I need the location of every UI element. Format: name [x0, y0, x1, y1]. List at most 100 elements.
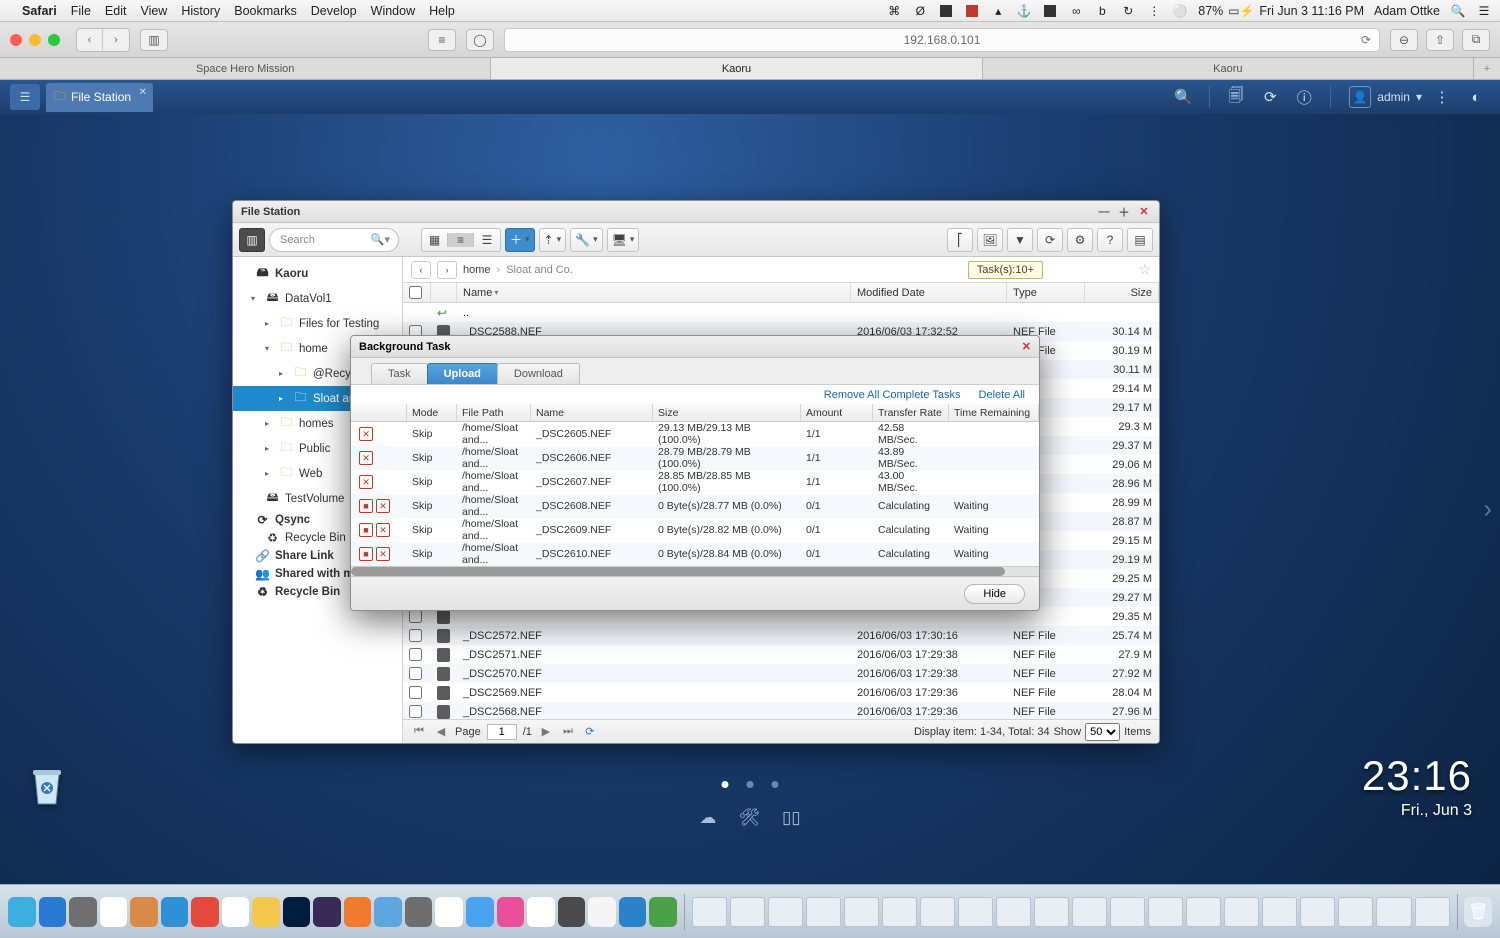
create-button[interactable]: ＋ — [505, 228, 535, 252]
minimize-icon[interactable]: — — [1097, 205, 1111, 219]
select-all-checkbox[interactable] — [409, 286, 422, 299]
menubar-status-icon[interactable]: ⚓ — [1016, 4, 1032, 18]
dock-app-icon[interactable] — [619, 897, 647, 927]
window-titlebar[interactable]: File Station — ＋ ✕ — [233, 201, 1159, 223]
dock-app-icon[interactable] — [344, 897, 372, 927]
menubar-status-icon[interactable]: b — [1094, 4, 1110, 18]
dock-app-icon[interactable] — [39, 897, 67, 927]
menubar-app[interactable]: Safari — [22, 4, 57, 18]
file-row[interactable]: _DSC2569.NEF2016/06/03 17:29:36NEF File2… — [403, 683, 1159, 702]
prev-page-icon[interactable]: ◀ — [433, 725, 449, 738]
toggle-sidebar-icon[interactable]: ▥ — [239, 228, 265, 252]
task-row[interactable]: ✕Skip/home/Sloat and..._DSC2605.NEF29.13… — [351, 422, 1039, 446]
menu-help[interactable]: Help — [429, 4, 455, 18]
row-checkbox[interactable] — [409, 629, 422, 642]
dock-app-icon[interactable] — [649, 897, 677, 927]
task-row[interactable]: ■✕Skip/home/Sloat and..._DSC2609.NEF0 By… — [351, 518, 1039, 542]
reload-icon[interactable]: ⟳ — [1361, 33, 1371, 47]
spotlight-icon[interactable]: 🔍 — [1450, 4, 1466, 18]
menu-icon[interactable]: ☰ — [10, 84, 40, 110]
refresh-icon[interactable]: ⟳ — [1037, 228, 1063, 252]
dock-app-icon[interactable] — [283, 897, 311, 927]
dialog-titlebar[interactable]: Background Task ✕ — [351, 336, 1039, 358]
close-tab-icon[interactable]: ✕ — [139, 87, 147, 98]
cancel-task-icon[interactable]: ✕ — [376, 499, 390, 513]
filter-icon[interactable]: ▼ — [1007, 228, 1033, 252]
menu-bookmarks[interactable]: Bookmarks — [234, 4, 297, 18]
dock-minimized-window[interactable] — [1338, 897, 1373, 927]
volume-icon[interactable]: 🗐 — [1222, 83, 1250, 111]
dock-minimized-window[interactable] — [1072, 897, 1107, 927]
cancel-task-icon[interactable]: ✕ — [376, 523, 390, 537]
dock-minimized-window[interactable] — [768, 897, 803, 927]
url-bar[interactable]: 192.168.0.101 ⟳ — [504, 28, 1380, 52]
upload-button[interactable]: ⇡ — [539, 228, 567, 252]
search-input[interactable]: Search 🔍▾ — [269, 228, 399, 252]
dock-minimized-window[interactable] — [996, 897, 1031, 927]
row-checkbox[interactable] — [409, 686, 422, 699]
delete-all-link[interactable]: Delete All — [979, 389, 1025, 401]
col-size[interactable]: Size — [1085, 283, 1159, 302]
maximize-icon[interactable]: ＋ — [1117, 205, 1131, 219]
col-date[interactable]: Modified Date — [851, 283, 1007, 302]
row-checkbox[interactable] — [409, 705, 422, 718]
browser-tab[interactable]: Space Hero Mission — [0, 58, 491, 79]
row-checkbox[interactable] — [409, 610, 422, 623]
dock-app-icon[interactable] — [527, 897, 555, 927]
menubar-status-icon[interactable] — [938, 4, 954, 18]
page-size-select[interactable]: 50 — [1085, 723, 1120, 741]
stop-task-icon[interactable]: ■ — [359, 499, 373, 513]
dock-trash-icon[interactable]: 🗑 — [1464, 897, 1492, 927]
dock-minimized-window[interactable] — [1034, 897, 1069, 927]
desktop-pager[interactable] — [722, 781, 779, 788]
row-checkbox[interactable] — [409, 648, 422, 661]
dock-minimized-window[interactable] — [882, 897, 917, 927]
dock-app-icon[interactable] — [558, 897, 586, 927]
crumb-item[interactable]: Sloat and Co. — [506, 264, 573, 276]
actions-button[interactable]: 🔧 — [570, 228, 602, 252]
stop-task-icon[interactable]: ■ — [359, 523, 373, 537]
dock-app-icon[interactable] — [252, 897, 280, 927]
more-icon[interactable]: ⋮ — [1428, 83, 1456, 111]
dock-app-icon[interactable] — [161, 897, 189, 927]
menu-develop[interactable]: Develop — [311, 4, 357, 18]
tree-item[interactable]: ▸🗀Files for Testing — [233, 311, 402, 336]
menubar-status-icon[interactable] — [1042, 4, 1058, 18]
settings-icon[interactable]: ⚙ — [1067, 228, 1093, 252]
info-icon[interactable]: ⓘ — [1290, 83, 1318, 111]
minimize-icon[interactable] — [29, 34, 41, 46]
close-icon[interactable]: ✕ — [1022, 340, 1031, 353]
dock-app-icon[interactable] — [405, 897, 433, 927]
menubar-status-icon[interactable]: ▴ — [990, 4, 1006, 18]
photo-icon[interactable]: 🖼 — [977, 228, 1003, 252]
help-icon[interactable]: ? — [1097, 228, 1123, 252]
dock-minimized-window[interactable] — [1300, 897, 1335, 927]
dock-minimized-window[interactable] — [958, 897, 993, 927]
sidebar-toggle-icon[interactable]: ▥ — [140, 29, 168, 51]
back-icon[interactable]: ‹ — [77, 29, 103, 51]
menu-file[interactable]: File — [71, 4, 91, 18]
file-row[interactable]: _DSC2572.NEF2016/06/03 17:30:16NEF File2… — [403, 626, 1159, 645]
cancel-task-icon[interactable]: ✕ — [359, 451, 373, 465]
file-row[interactable]: _DSC2568.NEF2016/06/03 17:29:36NEF File2… — [403, 702, 1159, 719]
smart-filter-icon[interactable]: ⎡ — [947, 228, 973, 252]
row-checkbox[interactable] — [409, 667, 422, 680]
detail-view-icon[interactable]: ☰ — [474, 233, 500, 247]
file-row[interactable]: _DSC2570.NEF2016/06/03 17:29:38NEF File2… — [403, 664, 1159, 683]
new-tab-button[interactable]: + — [1474, 58, 1500, 79]
dock-app-icon[interactable] — [497, 897, 525, 927]
dock-minimized-window[interactable] — [1376, 897, 1411, 927]
dock-minimized-window[interactable] — [1186, 897, 1221, 927]
page-input[interactable] — [487, 724, 517, 740]
reader-icon[interactable]: ≡ — [428, 29, 456, 51]
file-row[interactable]: _DSC2571.NEF2016/06/03 17:29:38NEF File2… — [403, 645, 1159, 664]
dock-app-icon[interactable] — [313, 897, 341, 927]
forward-icon[interactable]: › — [103, 29, 129, 51]
dock-minimized-window[interactable] — [920, 897, 955, 927]
share-icon[interactable]: ⇧ — [1426, 29, 1454, 51]
task-list[interactable]: ✕Skip/home/Sloat and..._DSC2605.NEF29.13… — [351, 422, 1039, 566]
menubar-status-icon[interactable]: ↻ — [1120, 4, 1136, 18]
menu-history[interactable]: History — [181, 4, 220, 18]
cancel-task-icon[interactable]: ✕ — [359, 475, 373, 489]
list-view-icon[interactable]: ≡ — [448, 233, 474, 247]
